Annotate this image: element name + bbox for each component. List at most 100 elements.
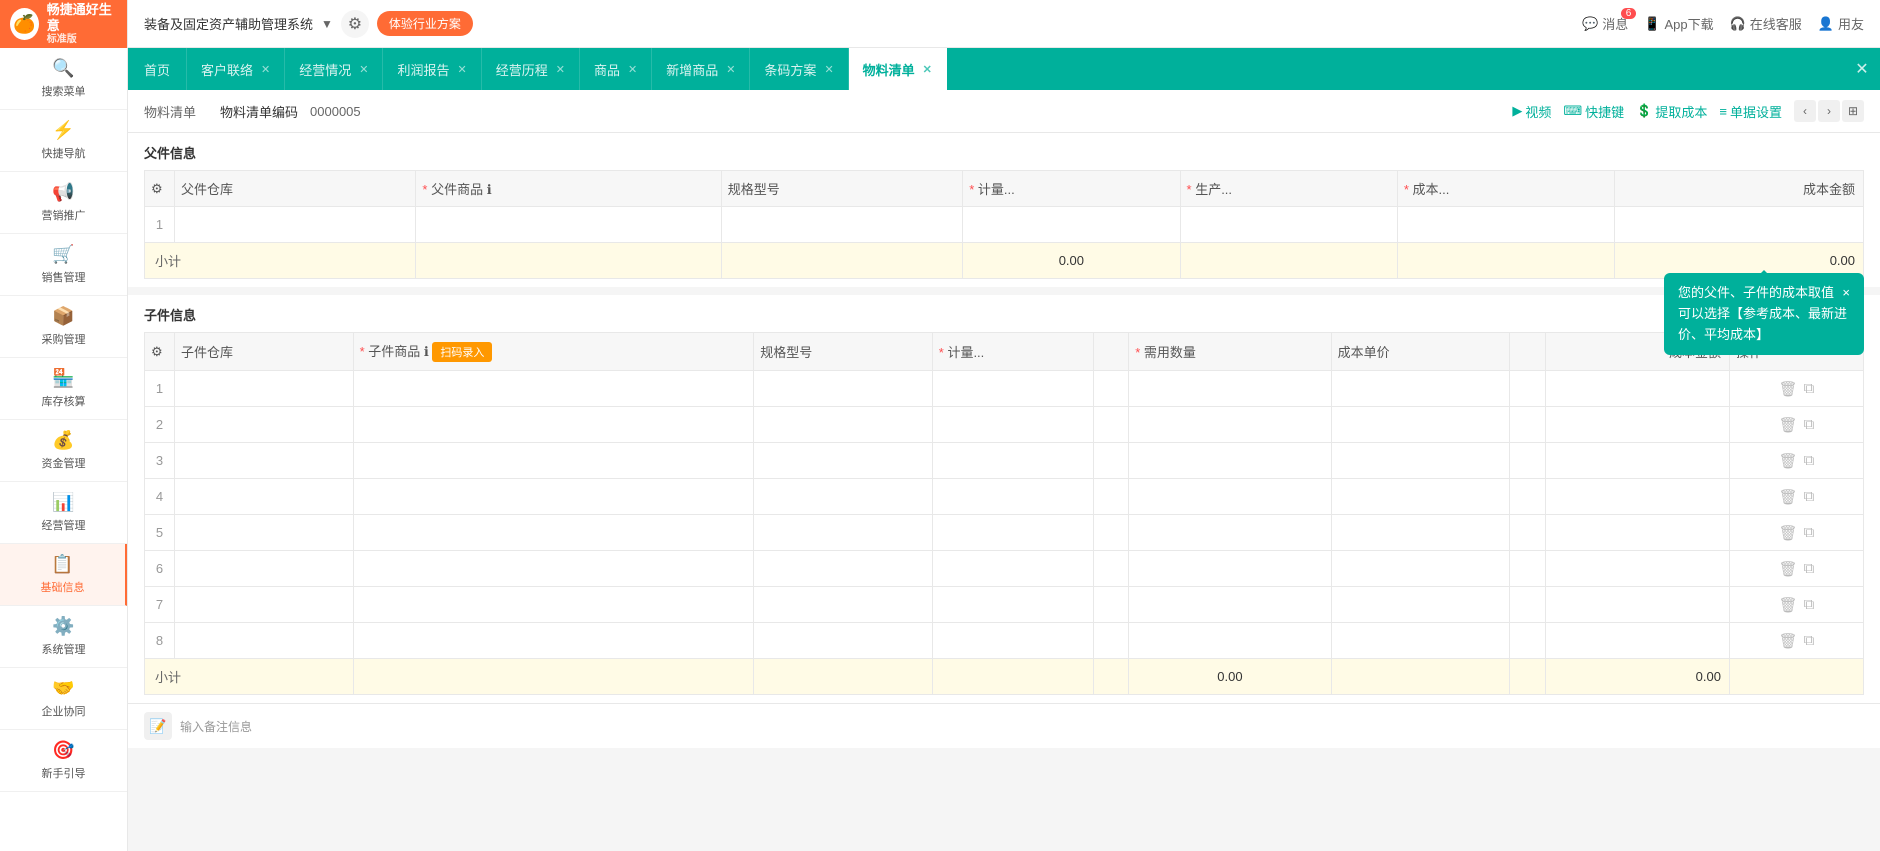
app-download-button[interactable]: 📱 App下载: [1644, 14, 1713, 33]
view-tool[interactable]: ▶ 视频: [1512, 102, 1551, 121]
child-unit-cost-8[interactable]: [1331, 623, 1510, 659]
tab-close-条码方案[interactable]: ✕: [824, 63, 833, 76]
child-unit-cost-6[interactable]: [1331, 551, 1510, 587]
sidebar-item-finance[interactable]: 💰 资金管理: [0, 420, 127, 482]
parent-product-cell[interactable]: [416, 207, 721, 243]
copy-icon-8[interactable]: ⧉: [1804, 632, 1815, 650]
copy-icon-5[interactable]: ⧉: [1804, 524, 1815, 542]
sidebar-item-search[interactable]: 🔍 搜索菜单: [0, 48, 127, 110]
child-warehouse-4[interactable]: [175, 479, 354, 515]
child-product-4[interactable]: [353, 479, 754, 515]
tab-close-客户联络[interactable]: ✕: [261, 63, 270, 76]
child-unit-5[interactable]: [932, 515, 1093, 551]
child-spec-4[interactable]: [754, 479, 933, 515]
nav-tab-利润报告[interactable]: 利润报告✕: [383, 48, 481, 90]
child-warehouse-8[interactable]: [175, 623, 354, 659]
child-quantity-3[interactable]: [1129, 443, 1331, 479]
grid-view[interactable]: ⊞: [1842, 100, 1864, 122]
child-warehouse-1[interactable]: [175, 371, 354, 407]
child-unit-cost-7[interactable]: [1331, 587, 1510, 623]
tab-close-商品[interactable]: ✕: [628, 63, 637, 76]
delete-icon-3[interactable]: 🗑: [1779, 452, 1798, 470]
delete-icon-1[interactable]: 🗑: [1779, 380, 1798, 398]
sidebar-item-guide[interactable]: 🎯 新手引导: [0, 730, 127, 792]
copy-icon-3[interactable]: ⧉: [1804, 452, 1815, 470]
parent-unit-cell[interactable]: [963, 207, 1180, 243]
child-unit-4[interactable]: [932, 479, 1093, 515]
child-product-3[interactable]: [353, 443, 754, 479]
trial-button[interactable]: 体验行业方案: [377, 11, 473, 36]
copy-icon-2[interactable]: ⧉: [1804, 416, 1815, 434]
cost-tool[interactable]: 💲 提取成本: [1636, 102, 1707, 121]
delete-icon-7[interactable]: 🗑: [1779, 596, 1798, 614]
child-spec-5[interactable]: [754, 515, 933, 551]
delete-icon-2[interactable]: 🗑: [1779, 416, 1798, 434]
tooltip-close-button[interactable]: ×: [1842, 283, 1850, 304]
copy-icon-4[interactable]: ⧉: [1804, 488, 1815, 506]
child-warehouse-3[interactable]: [175, 443, 354, 479]
setting-tool[interactable]: ≡ 单据设置: [1719, 102, 1782, 121]
nav-tab-客户联络[interactable]: 客户联络✕: [187, 48, 285, 90]
child-unit-8[interactable]: [932, 623, 1093, 659]
nav-tab-条码方案[interactable]: 条码方案✕: [750, 48, 848, 90]
child-unit-3[interactable]: [932, 443, 1093, 479]
tab-close-经营情况[interactable]: ✕: [359, 63, 368, 76]
child-warehouse-2[interactable]: [175, 407, 354, 443]
message-button[interactable]: 💬 消息 6: [1582, 14, 1628, 33]
nav-tab-物料清单[interactable]: 物料清单✕: [849, 48, 947, 90]
close-tab-button[interactable]: ✕: [1844, 48, 1880, 90]
next-arrow[interactable]: ›: [1818, 100, 1840, 122]
child-unit-2[interactable]: [932, 407, 1093, 443]
child-quantity-4[interactable]: [1129, 479, 1331, 515]
child-unit-cost-1[interactable]: [1331, 371, 1510, 407]
child-product-5[interactable]: [353, 515, 754, 551]
nav-tab-商品[interactable]: 商品✕: [580, 48, 652, 90]
tab-close-利润报告[interactable]: ✕: [458, 63, 467, 76]
child-unit-1[interactable]: [932, 371, 1093, 407]
child-spec-3[interactable]: [754, 443, 933, 479]
parent-warehouse-cell[interactable]: [175, 207, 416, 243]
tab-close-物料清单[interactable]: ✕: [923, 63, 932, 76]
child-quantity-1[interactable]: [1129, 371, 1331, 407]
nav-tab-经营历程[interactable]: 经营历程✕: [482, 48, 580, 90]
child-unit-cost-5[interactable]: [1331, 515, 1510, 551]
delete-icon-4[interactable]: 🗑: [1779, 488, 1798, 506]
shortcut-tool[interactable]: ⌨ 快捷键: [1563, 102, 1624, 121]
child-quantity-2[interactable]: [1129, 407, 1331, 443]
nav-tab-新增商品[interactable]: 新增商品✕: [652, 48, 750, 90]
sidebar-item-enterprise[interactable]: 🤝 企业协同: [0, 668, 127, 730]
scan-button[interactable]: 扫码录入: [432, 342, 492, 362]
tab-close-新增商品[interactable]: ✕: [726, 63, 735, 76]
child-quantity-7[interactable]: [1129, 587, 1331, 623]
delete-icon-8[interactable]: 🗑: [1779, 632, 1798, 650]
copy-icon-6[interactable]: ⧉: [1804, 560, 1815, 578]
sidebar-item-basic[interactable]: 📋 基础信息: [0, 544, 127, 606]
prev-arrow[interactable]: ‹: [1794, 100, 1816, 122]
delete-icon-5[interactable]: 🗑: [1779, 524, 1798, 542]
child-warehouse-7[interactable]: [175, 587, 354, 623]
note-icon[interactable]: 📝: [144, 712, 172, 740]
child-product-7[interactable]: [353, 587, 754, 623]
child-spec-7[interactable]: [754, 587, 933, 623]
child-warehouse-5[interactable]: [175, 515, 354, 551]
child-spec-8[interactable]: [754, 623, 933, 659]
child-quantity-6[interactable]: [1129, 551, 1331, 587]
parent-cost-cell[interactable]: [1397, 207, 1614, 243]
sidebar-item-quicknav[interactable]: ⚡ 快捷导航: [0, 110, 127, 172]
child-product-6[interactable]: [353, 551, 754, 587]
child-spec-1[interactable]: [754, 371, 933, 407]
delete-icon-6[interactable]: 🗑: [1779, 560, 1798, 578]
child-quantity-8[interactable]: [1129, 623, 1331, 659]
sidebar-item-inventory[interactable]: 🏪 库存核算: [0, 358, 127, 420]
system-dropdown[interactable]: ▼: [321, 17, 333, 31]
child-spec-2[interactable]: [754, 407, 933, 443]
child-unit-cost-3[interactable]: [1331, 443, 1510, 479]
sidebar-item-system[interactable]: ⚙️ 系统管理: [0, 606, 127, 668]
tab-close-经营历程[interactable]: ✕: [556, 63, 565, 76]
copy-icon-7[interactable]: ⧉: [1804, 596, 1815, 614]
sidebar-item-sales[interactable]: 🛒 销售管理: [0, 234, 127, 296]
child-warehouse-6[interactable]: [175, 551, 354, 587]
copy-icon-1[interactable]: ⧉: [1804, 380, 1815, 398]
child-unit-cost-4[interactable]: [1331, 479, 1510, 515]
child-unit-6[interactable]: [932, 551, 1093, 587]
